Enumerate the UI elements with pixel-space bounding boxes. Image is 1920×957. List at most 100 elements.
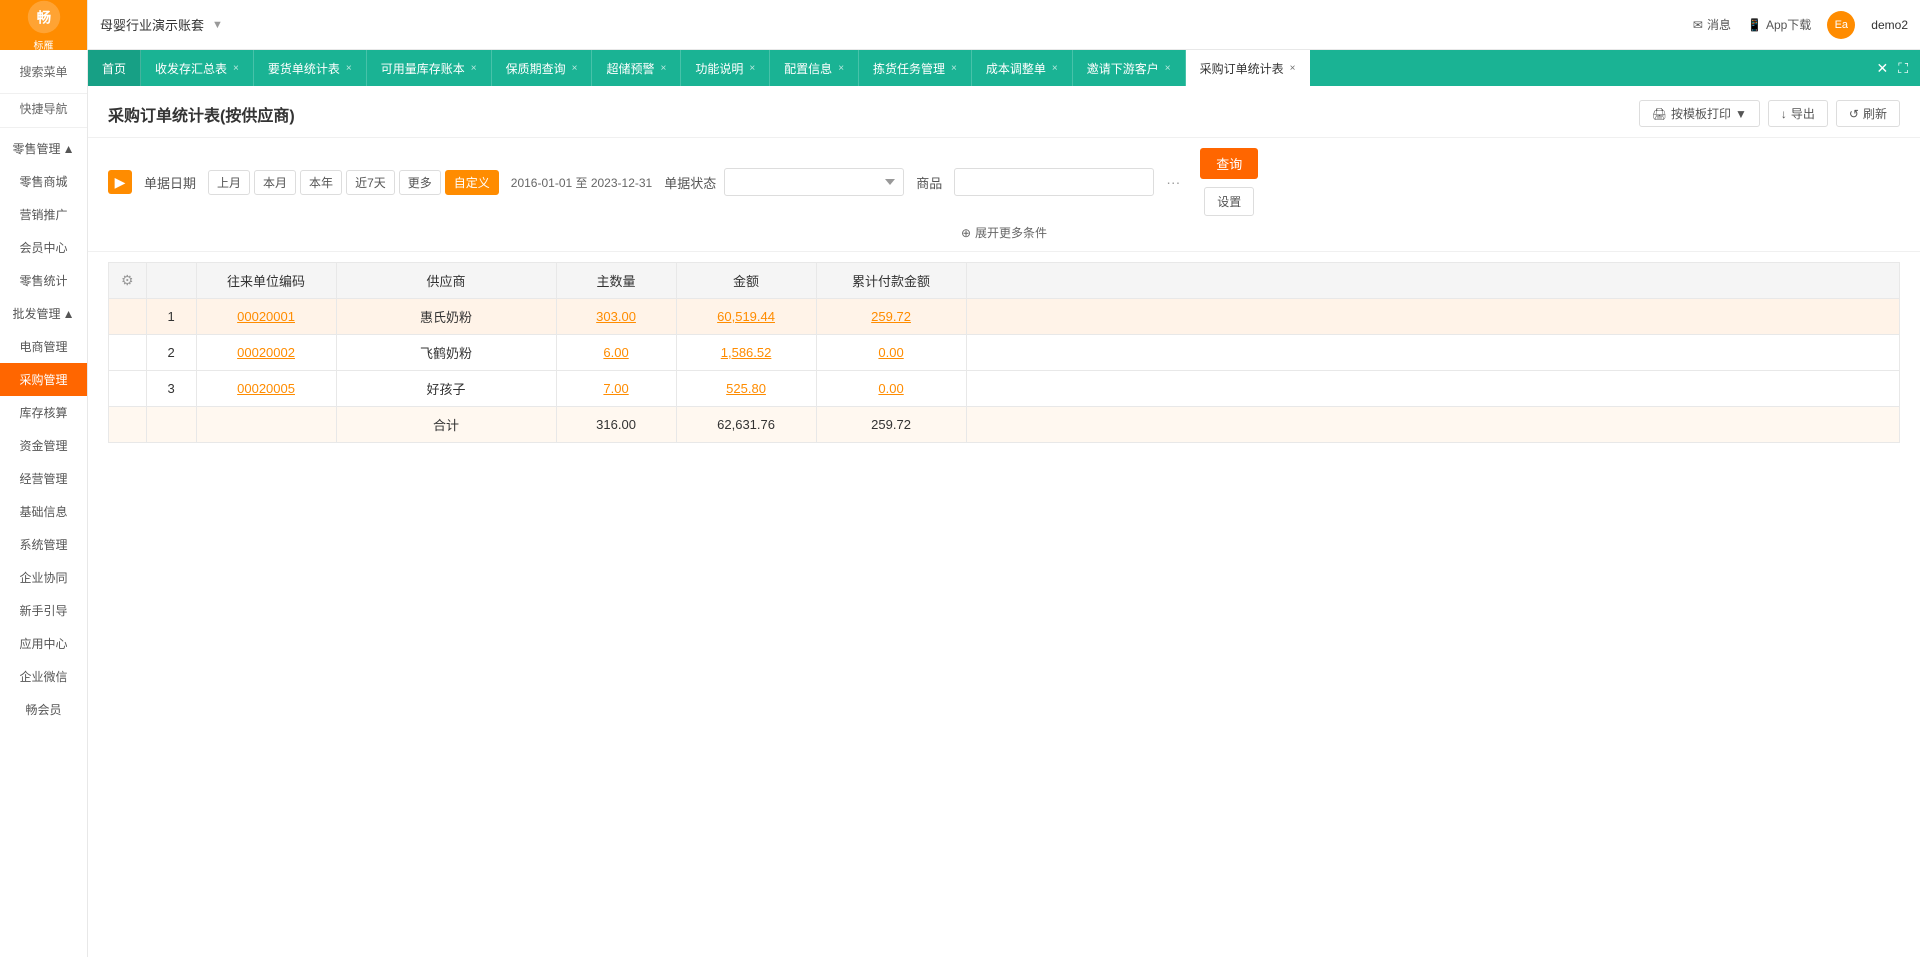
avatar[interactable]: Ea [1827,11,1855,39]
tab-config-info[interactable]: 配置信息 × [770,50,859,86]
tab-home[interactable]: 首页 [88,50,141,86]
row-index-cell: 2 [146,335,196,371]
sidebar-item-inventory[interactable]: 库存核算 [0,396,87,429]
refresh-icon: ↺ [1849,107,1859,121]
filter-toggle-button[interactable]: ▶ [108,170,132,194]
quick-nav-label[interactable]: 快捷导航 [0,94,87,123]
sidebar-item-ecommerce-mgmt[interactable]: 电商管理 [0,330,87,363]
sidebar-item-operations[interactable]: 经营管理 [0,462,87,495]
row-paid-cell[interactable]: 0.00 [816,335,966,371]
tab-close-icon[interactable]: × [838,63,844,74]
date-this-month-button[interactable]: 本月 [254,170,296,195]
tab-cost-adjust[interactable]: 成本调整单 × [972,50,1073,86]
sidebar-item-app-center[interactable]: 应用中心 [0,627,87,660]
sidebar-item-member[interactable]: 畅会员 [0,693,87,726]
sidebar-item-label: 畅会员 [25,703,61,717]
row-qty-cell[interactable]: 6.00 [556,335,676,371]
tab-invite-downstream[interactable]: 邀请下游客户 × [1073,50,1186,86]
page-header: 采购订单统计表(按供应商) 🖨 按模板打印 ▼ ↓ 导出 ↺ 刷新 [88,86,1920,138]
status-select[interactable] [724,168,904,196]
row-qty-cell[interactable]: 7.00 [556,371,676,407]
col-unit-code-header: 往来单位编码 [196,263,336,299]
sidebar-item-enterprise[interactable]: 企业协同 [0,561,87,594]
sidebar-item-base-info[interactable]: 基础信息 [0,495,87,528]
export-button[interactable]: ↓ 导出 [1768,100,1828,127]
status-filter-label: 单据状态 [664,173,716,192]
row-amount-cell[interactable]: 525.80 [676,371,816,407]
tab-close-icon[interactable]: × [471,63,477,74]
tab-close-icon[interactable]: × [233,63,239,74]
tab-receive-summary[interactable]: 收发存汇总表 × [141,50,254,86]
table-row[interactable]: 1 00020001 惠氏奶粉 303.00 60,519.44 259.72 [109,299,1900,335]
refresh-button[interactable]: ↺ 刷新 [1836,100,1900,127]
sidebar-item-retail-stats[interactable]: 零售统计 [0,264,87,297]
tab-close-icon[interactable]: × [572,63,578,74]
table-footer: 合计 316.00 62,631.76 259.72 [109,407,1900,443]
tab-close-icon[interactable]: × [1052,63,1058,74]
sidebar-item-member-center[interactable]: 会员中心 [0,231,87,264]
sidebar-item-wholesale-mgmt[interactable]: 批发管理 ▲ [0,297,87,330]
tab-close-icon[interactable]: × [346,63,352,74]
goods-search-input[interactable] [954,168,1154,196]
date-7days-button[interactable]: 近7天 [346,170,395,195]
row-unit-code-cell[interactable]: 00020002 [196,335,336,371]
sidebar-item-finance[interactable]: 资金管理 [0,429,87,462]
sidebar-item-purchase-mgmt[interactable]: 采购管理 [0,363,87,396]
tab-close-icon[interactable]: × [951,63,957,74]
username-label[interactable]: demo2 [1871,18,1908,32]
sidebar-item-retail-store[interactable]: 零售商城 [0,165,87,198]
date-custom-button[interactable]: 自定义 [445,170,499,195]
row-qty-cell[interactable]: 303.00 [556,299,676,335]
table-row[interactable]: 3 00020005 好孩子 7.00 525.80 0.00 [109,371,1900,407]
tab-purchase-order-stats[interactable]: 采购订单统计表 × [1186,50,1311,86]
tab-close-icon[interactable]: × [749,63,755,74]
print-button[interactable]: 🖨 按模板打印 ▼ [1639,100,1760,127]
row-unit-code-cell[interactable]: 00020001 [196,299,336,335]
row-paid-cell[interactable]: 0.00 [816,371,966,407]
row-amount-cell[interactable]: 1,586.52 [676,335,816,371]
sidebar-item-new-guide[interactable]: 新手引导 [0,594,87,627]
sidebar-item-retail-mgmt[interactable]: 零售管理 ▲ [0,132,87,165]
tab-pick-task[interactable]: 拣货任务管理 × [859,50,972,86]
tab-order-stats[interactable]: 要货单统计表 × [254,50,367,86]
filter-row-2: ⊕ 展开更多条件 [108,224,1900,241]
tab-close-icon[interactable]: × [1165,63,1171,74]
tab-close-icon[interactable]: × [660,63,666,74]
sidebar-item-enterprise-wechat[interactable]: 企业微信 [0,660,87,693]
date-more-button[interactable]: 更多 [399,170,441,195]
topbar-message-button[interactable]: ✉ 消息 [1693,16,1731,33]
date-this-year-button[interactable]: 本年 [300,170,342,195]
tab-expiry-query[interactable]: 保质期查询 × [492,50,593,86]
sidebar-item-label: 营销推广 [19,208,67,222]
tab-overstock-warning[interactable]: 超储预警 × [592,50,681,86]
column-settings-icon[interactable]: ⚙ [121,272,134,288]
expand-more-button[interactable]: ⊕ 展开更多条件 [961,224,1047,241]
topbar: 母婴行业演示账套 ▼ ✉ 消息 📱 App下载 Ea demo2 [88,0,1920,50]
date-last-month-button[interactable]: 上月 [208,170,250,195]
sidebar-item-sys-mgmt[interactable]: 系统管理 [0,528,87,561]
maximize-button[interactable]: ⛶ [1894,58,1912,79]
sidebar-search-area: 搜索菜单 [0,50,87,94]
row-amount-cell[interactable]: 60,519.44 [676,299,816,335]
printer-icon: 🖨 [1652,107,1667,121]
row-unit-code-cell[interactable]: 00020005 [196,371,336,407]
goods-search-more-icon[interactable]: ··· [1166,174,1180,190]
tab-usable-inventory[interactable]: 可用量库存账本 × [367,50,492,86]
row-supplier-cell: 惠氏奶粉 [336,299,556,335]
close-tab-button[interactable]: ✕ [1872,58,1892,79]
sidebar-item-label: 库存核算 [19,406,67,420]
query-button[interactable]: 查询 [1200,148,1258,179]
phone-icon: 📱 [1747,18,1762,32]
sidebar-item-label: 新手引导 [19,604,67,618]
table-row[interactable]: 2 00020002 飞鹤奶粉 6.00 1,586.52 0.00 [109,335,1900,371]
sidebar-item-marketing[interactable]: 营销推广 [0,198,87,231]
settings-button[interactable]: 设置 [1204,187,1254,216]
topbar-app-download-button[interactable]: 📱 App下载 [1747,16,1811,33]
arrow-icon: ▲ [63,142,75,156]
topbar-dropdown-icon[interactable]: ▼ [212,19,223,31]
tab-close-icon[interactable]: × [1290,63,1296,74]
row-paid-cell[interactable]: 259.72 [816,299,966,335]
search-menu-button[interactable]: 搜索菜单 [6,58,81,85]
tab-func-desc[interactable]: 功能说明 × [681,50,770,86]
table-area: ⚙ 往来单位编码 供应商 主数量 金额 累计付款金额 1 0002 [88,262,1920,463]
